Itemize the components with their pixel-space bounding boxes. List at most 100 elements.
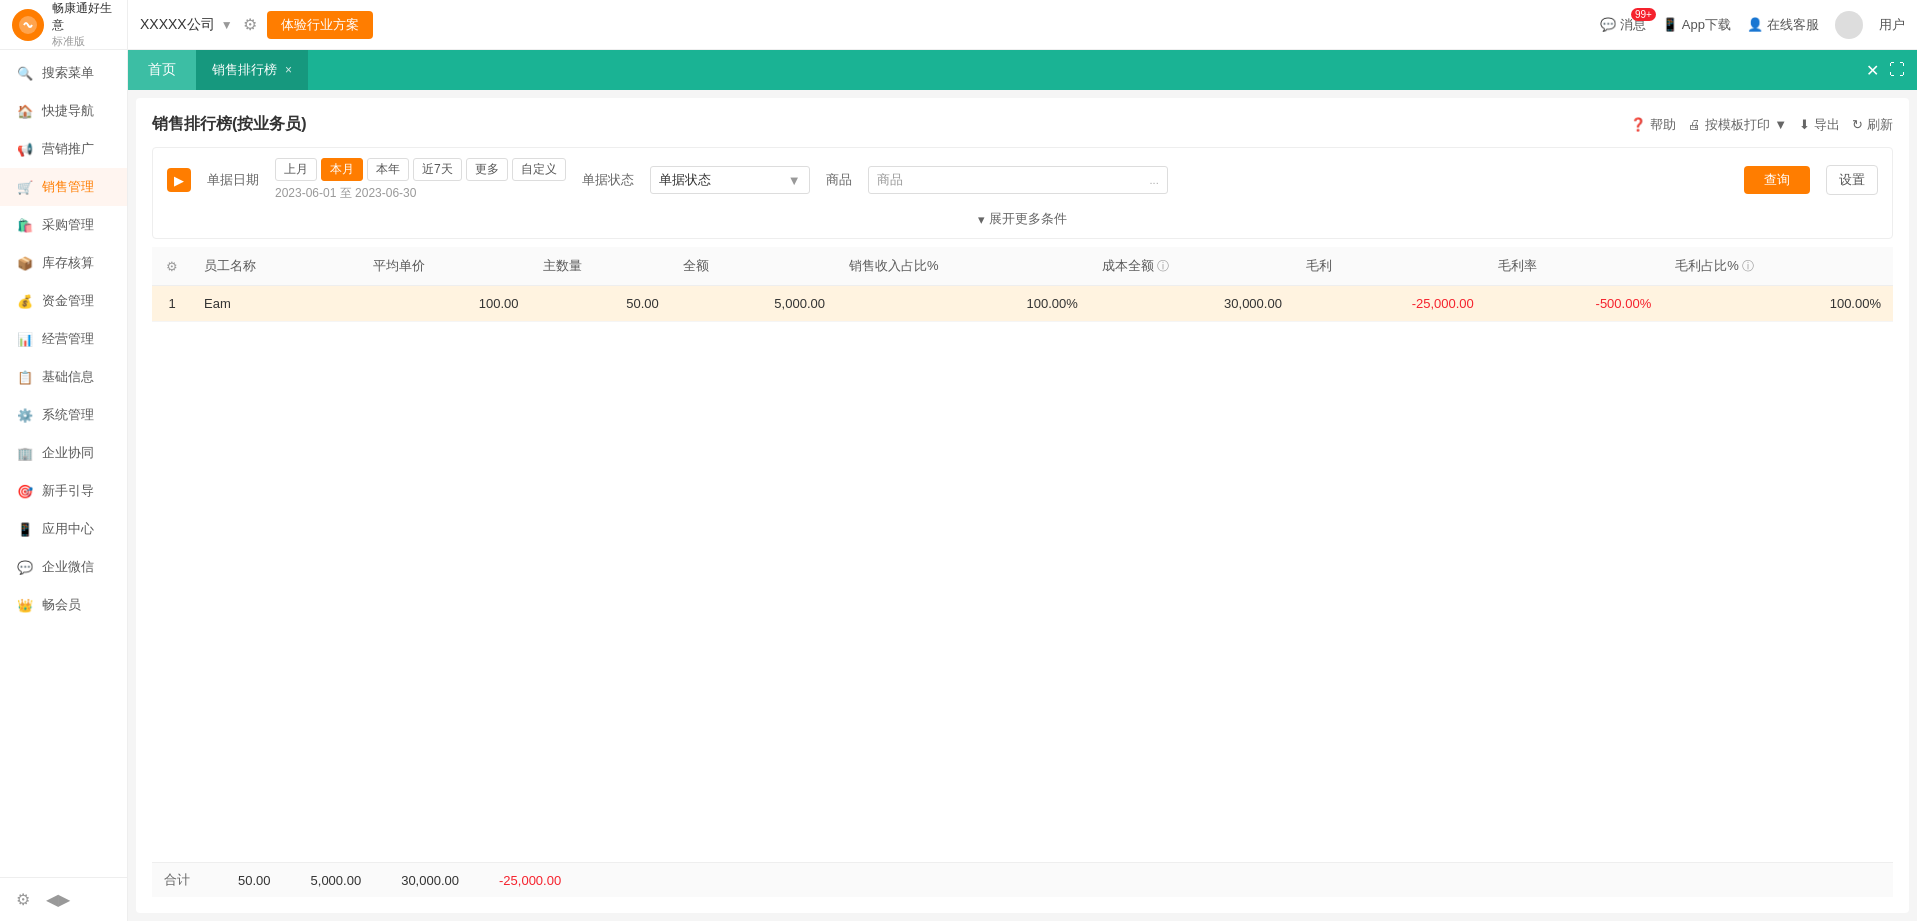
sidebar-bottom: ⚙ ◀▶: [0, 877, 127, 921]
company-arrow-icon: ▼: [221, 18, 233, 32]
page-title: 销售排行榜(按业务员): [152, 114, 307, 135]
sidebar-item-label: 搜索菜单: [42, 64, 94, 82]
th-gear[interactable]: ⚙: [152, 247, 192, 286]
app-download-button[interactable]: 📱 App下载: [1662, 16, 1731, 34]
help-icon: ❓: [1630, 117, 1646, 132]
column-gear-icon[interactable]: ⚙: [166, 259, 178, 274]
goods-input[interactable]: 商品 ...: [868, 166, 1168, 194]
footer-cell-main-qty: 50.00: [238, 873, 271, 888]
sidebar-item-label: 企业微信: [42, 558, 94, 576]
sidebar-item-apps[interactable]: 📱 应用中心: [0, 510, 127, 548]
sidebar-item-finance[interactable]: 💰 资金管理: [0, 282, 127, 320]
tab-sales-rank[interactable]: 销售排行榜 ×: [196, 50, 308, 90]
home-icon: 🏠: [16, 102, 34, 120]
sidebar-item-label: 经营管理: [42, 330, 94, 348]
sidebar-item-inventory[interactable]: 📦 库存核算: [0, 244, 127, 282]
sidebar-item-wechat[interactable]: 💬 企业微信: [0, 548, 127, 586]
date-btn-7days[interactable]: 近7天: [413, 158, 462, 181]
user-avatar[interactable]: [1835, 11, 1863, 39]
goods-label: 商品: [826, 171, 852, 189]
date-btn-last-month[interactable]: 上月: [275, 158, 317, 181]
filter-collapse-btn[interactable]: ▶: [167, 168, 191, 192]
page-actions: ❓ 帮助 🖨 按模板打印 ▼ ⬇ 导出 ↻ 刷新: [1630, 116, 1893, 134]
search-icon: 🔍: [16, 64, 34, 82]
sidebar-item-label: 营销推广: [42, 140, 94, 158]
date-buttons: 上月 本月 本年 近7天 更多 自定义: [275, 158, 566, 181]
tab-close-all-icon[interactable]: ✕: [1866, 61, 1879, 80]
message-button[interactable]: 💬 消息 99+: [1600, 16, 1646, 34]
query-button[interactable]: 查询: [1744, 166, 1810, 194]
date-btn-custom[interactable]: 自定义: [512, 158, 566, 181]
filter-row: ▶ 单据日期 上月 本月 本年 近7天 更多 自定义 2023-06-01 至 …: [167, 158, 1878, 202]
member-icon: 👑: [16, 596, 34, 614]
message-icon: 💬: [1600, 17, 1616, 32]
date-btn-this-month[interactable]: 本月: [321, 158, 363, 181]
topbar-right: 💬 消息 99+ 📱 App下载 👤 在线客服 用户: [1600, 11, 1905, 39]
template-print-button[interactable]: 🖨 按模板打印 ▼: [1688, 116, 1787, 134]
print-icon: 🖨: [1688, 117, 1701, 132]
footer-main-qty-value: 50.00: [238, 873, 271, 888]
sidebar-item-label: 企业协同: [42, 444, 94, 462]
settings-button[interactable]: 设置: [1826, 165, 1878, 195]
footer-cost-value: 30,000.00: [401, 873, 459, 888]
sidebar-item-member[interactable]: 👑 畅会员: [0, 586, 127, 624]
refresh-button[interactable]: ↻ 刷新: [1852, 116, 1893, 134]
company-selector[interactable]: XXXXX公司 ▼: [140, 16, 233, 34]
gross-pct-info-icon[interactable]: ⓘ: [1742, 259, 1754, 273]
footer-label: 合计: [164, 871, 190, 889]
help-button[interactable]: ❓ 帮助: [1630, 116, 1676, 134]
inventory-icon: 📦: [16, 254, 34, 272]
cell-rank: 1: [152, 286, 192, 322]
date-filter-group: 上月 本月 本年 近7天 更多 自定义 2023-06-01 至 2023-06…: [275, 158, 566, 202]
tabbar: 首页 销售排行榜 × ✕ ⛶: [128, 50, 1917, 90]
sidebar-item-enterprise[interactable]: 🏢 企业协同: [0, 434, 127, 472]
sidebar-item-system[interactable]: ⚙️ 系统管理: [0, 396, 127, 434]
date-range: 2023-06-01 至 2023-06-30: [275, 185, 566, 202]
date-btn-more[interactable]: 更多: [466, 158, 508, 181]
collapse-icon[interactable]: ◀▶: [46, 890, 70, 909]
export-button[interactable]: ⬇ 导出: [1799, 116, 1840, 134]
filter-bar: ▶ 单据日期 上月 本月 本年 近7天 更多 自定义 2023-06-01 至 …: [152, 147, 1893, 239]
topbar-gear-icon[interactable]: ⚙: [243, 15, 257, 34]
table-footer: 合计 50.00 5,000.00 30,000.00 -25,000.00: [152, 862, 1893, 897]
sidebar-item-marketing[interactable]: 📢 营销推广: [0, 130, 127, 168]
sidebar-item-label: 系统管理: [42, 406, 94, 424]
table-row: 1 Eam 100.00 50.00 5,000.00 100.00% 30,0…: [152, 286, 1893, 322]
sidebar-item-basics[interactable]: 📋 基础信息: [0, 358, 127, 396]
tab-home[interactable]: 首页: [128, 50, 196, 90]
status-select-value: 单据状态: [659, 171, 711, 189]
status-select[interactable]: 单据状态 ▼: [650, 166, 810, 194]
cell-gross-rate: -500.00%: [1486, 286, 1663, 322]
trial-button[interactable]: 体验行业方案: [267, 11, 373, 39]
cell-main-qty: 50.00: [531, 286, 671, 322]
table-header-row: ⚙ 员工名称 平均单价 主数量 全额 销售收入占比% 成本全额 ⓘ 毛利 毛利率…: [152, 247, 1893, 286]
tab-expand-icon[interactable]: ⛶: [1889, 61, 1905, 79]
main-content: 首页 销售排行榜 × ✕ ⛶ 销售排行榜(按业务员) ❓ 帮助 🖨 按模板打印: [128, 50, 1917, 921]
tab-close-icon[interactable]: ×: [285, 63, 292, 77]
sidebar-item-purchase[interactable]: 🛍️ 采购管理: [0, 206, 127, 244]
sidebar-item-label: 销售管理: [42, 178, 94, 196]
footer-gross-value: -25,000.00: [499, 873, 561, 888]
cell-gross-pct: 100.00%: [1663, 286, 1893, 322]
expand-button[interactable]: ▾ 展开更多条件: [978, 210, 1067, 228]
message-badge: 99+: [1631, 8, 1656, 21]
online-service-button[interactable]: 👤 在线客服: [1747, 16, 1819, 34]
date-btn-this-year[interactable]: 本年: [367, 158, 409, 181]
sidebar-item-sales[interactable]: 🛒 销售管理: [0, 168, 127, 206]
sidebar-nav: 🔍 搜索菜单 🏠 快捷导航 📢 营销推广 🛒 销售管理 🛍️ 采购管理 📦 库存…: [0, 50, 127, 877]
settings-bottom-icon[interactable]: ⚙: [16, 890, 30, 909]
cost-info-icon[interactable]: ⓘ: [1157, 259, 1169, 273]
th-main-qty: 主数量: [531, 247, 671, 286]
sidebar-item-label: 新手引导: [42, 482, 94, 500]
sidebar-item-search[interactable]: 🔍 搜索菜单: [0, 54, 127, 92]
page-header: 销售排行榜(按业务员) ❓ 帮助 🖨 按模板打印 ▼ ⬇ 导出 ↻ 刷新: [152, 114, 1893, 135]
status-select-arrow-icon: ▼: [788, 173, 801, 188]
sidebar-item-guide[interactable]: 🎯 新手引导: [0, 472, 127, 510]
username[interactable]: 用户: [1879, 16, 1905, 34]
sidebar-item-operations[interactable]: 📊 经营管理: [0, 320, 127, 358]
refresh-icon: ↻: [1852, 117, 1863, 132]
sidebar-item-label: 资金管理: [42, 292, 94, 310]
sidebar-item-quick-nav[interactable]: 🏠 快捷导航: [0, 92, 127, 130]
th-cost: 成本全额 ⓘ: [1090, 247, 1294, 286]
basics-icon: 📋: [16, 368, 34, 386]
